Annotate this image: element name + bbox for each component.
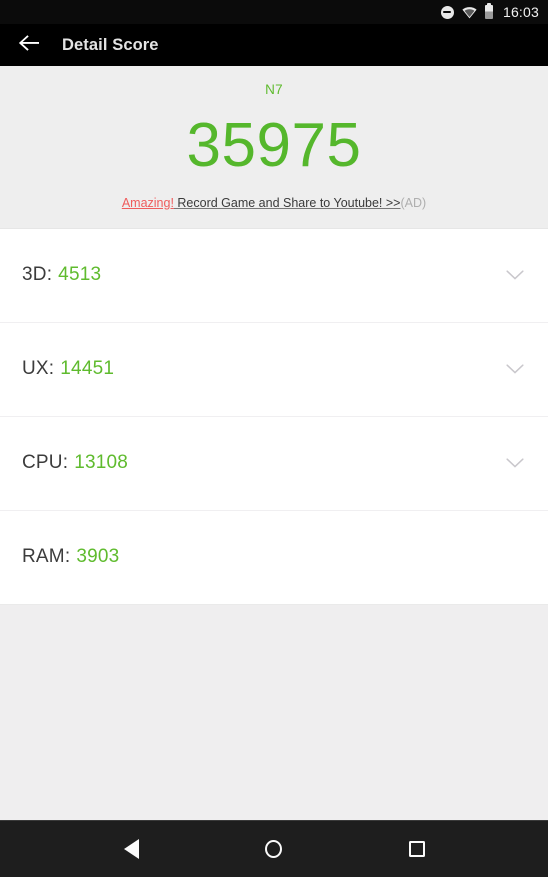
status-time: 16:03 <box>502 4 539 20</box>
total-score: 35975 <box>186 111 362 180</box>
score-row-ux[interactable]: UX: 14451 <box>0 322 548 417</box>
score-row-3d[interactable]: 3D: 4513 <box>0 228 548 323</box>
empty-content-area <box>0 604 548 820</box>
app-screen: 16:03 Detail Score N7 35975 Amazing! Rec… <box>0 0 548 877</box>
score-row-value: 14451 <box>60 358 115 380</box>
circle-home-icon <box>265 840 283 858</box>
chevron-down-icon[interactable] <box>504 452 526 474</box>
system-navigation-bar <box>0 820 548 877</box>
ad-hook-text: Amazing! <box>121 196 174 210</box>
status-bar: 16:03 <box>0 0 548 24</box>
ad-banner[interactable]: Amazing! Record Game and Share to Youtub… <box>0 196 548 211</box>
device-name: N7 <box>265 82 283 97</box>
nav-recents-button[interactable] <box>395 827 439 871</box>
score-row-value: 4513 <box>58 264 102 286</box>
score-row-cpu[interactable]: CPU: 13108 <box>0 416 548 511</box>
battery-icon <box>484 3 493 19</box>
wifi-icon <box>462 6 477 19</box>
back-button[interactable] <box>14 30 44 60</box>
status-icon-group: 16:03 <box>440 3 539 20</box>
ad-body-text: Record Game and Share to Youtube! >> <box>173 196 401 210</box>
score-row-label: RAM: <box>22 546 71 568</box>
ad-tag-label: (AD) <box>400 196 427 210</box>
score-row-value: 13108 <box>74 452 129 474</box>
score-row-label: CPU: <box>22 452 69 474</box>
score-row-ram[interactable]: RAM: 3903 <box>0 510 548 605</box>
chevron-down-icon[interactable] <box>504 264 526 286</box>
triangle-back-icon <box>123 839 139 859</box>
nav-home-button[interactable] <box>252 827 296 871</box>
nav-back-button[interactable] <box>109 827 153 871</box>
dnd-icon <box>440 5 454 19</box>
score-header: N7 35975 Amazing! Record Game and Share … <box>0 66 548 229</box>
page-title: Detail Score <box>62 35 159 54</box>
score-list: 3D: 4513 UX: 14451 CPU: 13108 RAM: 3903 <box>0 228 548 605</box>
score-row-label: UX: <box>22 358 55 380</box>
score-row-value: 3903 <box>76 546 120 568</box>
arrow-back-icon <box>18 34 40 57</box>
square-recents-icon <box>408 841 425 857</box>
chevron-down-icon[interactable] <box>504 358 526 380</box>
score-row-label: 3D: <box>22 264 53 286</box>
app-bar: Detail Score <box>0 24 548 66</box>
